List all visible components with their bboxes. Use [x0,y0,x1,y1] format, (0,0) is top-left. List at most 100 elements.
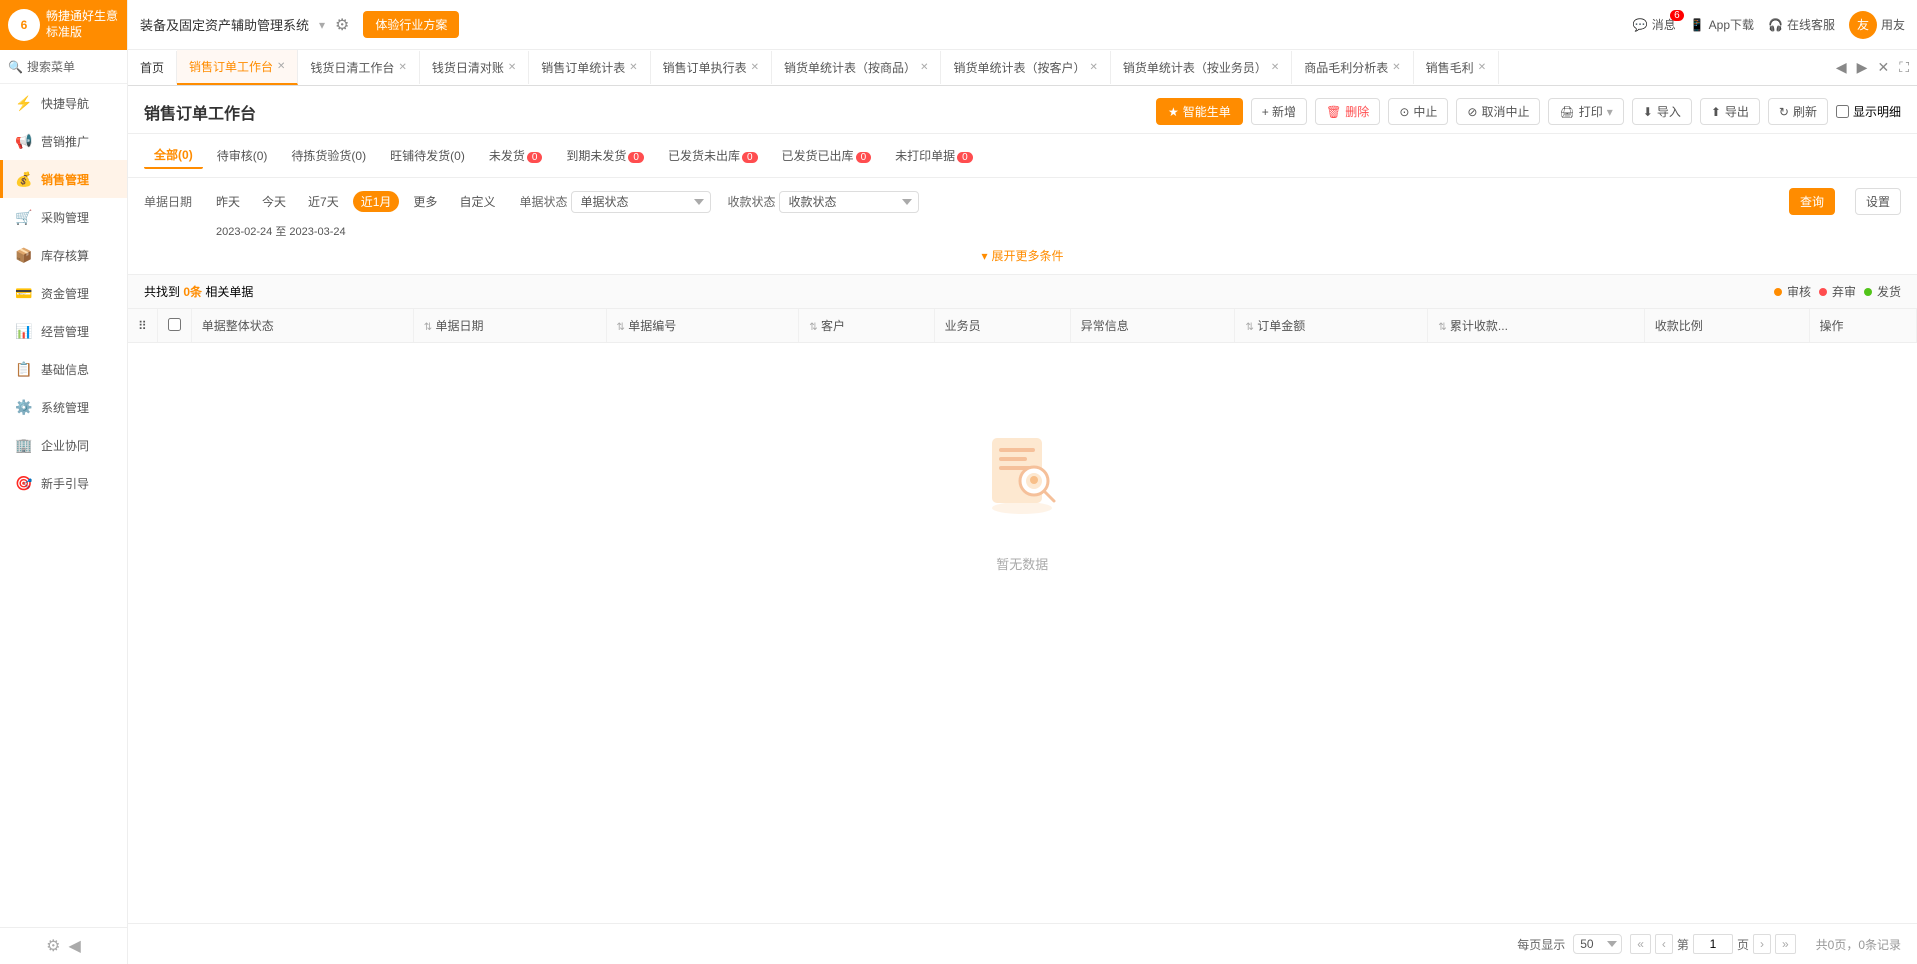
empty-text: 暂无数据 [996,554,1048,573]
page-size-select[interactable]: 50 20 100 200 [1573,934,1622,954]
sidebar-item-inventory[interactable]: 📦 库存核算 [0,236,127,274]
chip-today[interactable]: 今天 [254,191,294,212]
revoke-action-btn[interactable]: 弃审 [1819,283,1856,300]
user-btn[interactable]: 友 用友 [1849,11,1905,39]
cancel-suspend-button[interactable]: ⊘ 取消中止 [1456,98,1540,125]
sidebar-item-basic-info[interactable]: 📋 基础信息 [0,350,127,388]
sidebar-item-operation[interactable]: 📊 经营管理 [0,312,127,350]
sort-icon-collected[interactable]: ⇅ [1438,322,1446,333]
refresh-button[interactable]: ↻ 刷新 [1768,98,1828,125]
search-menu[interactable]: 🔍 搜索菜单 [0,50,127,84]
chip-more[interactable]: 更多 [405,191,445,212]
tabs-fullscreen-btn[interactable]: ⛶ [1895,57,1913,78]
sort-icon-number[interactable]: ⇅ [617,322,625,333]
tabs-next-btn[interactable]: ▶ [1853,57,1872,78]
ship-dot [1864,288,1872,296]
tab-close-sales-profit[interactable]: ✕ [1478,62,1486,73]
sub-tab-not-printed[interactable]: 未打印单据0 [885,143,983,168]
sidebar-item-finance[interactable]: 💳 资金管理 [0,274,127,312]
sub-tabs: 全部(0) 待审核(0) 待拣货验货(0) 旺铺待发货(0) 未发货0 到期未发… [128,134,1917,178]
chip-1month[interactable]: 近1月 [353,191,400,212]
show-detail-checkbox[interactable] [1836,105,1849,118]
tab-close-cash-daily[interactable]: ✕ [398,62,406,73]
sidebar-item-guide[interactable]: 🎯 新手引导 [0,464,127,502]
smart-gen-button[interactable]: ★ 智能生单 [1156,98,1243,125]
sidebar-item-quick-nav[interactable]: ⚡ 快捷导航 [0,84,127,122]
prev-page-btn[interactable]: ‹ [1655,934,1673,954]
collect-select[interactable]: 收款状态 [779,191,919,213]
show-detail-checkbox-label[interactable]: 显示明细 [1836,103,1901,120]
tab-sales-stats-staff[interactable]: 销货单统计表（按业务员） ✕ [1111,51,1292,84]
online-service-btn[interactable]: 🎧 在线客服 [1768,16,1835,33]
tab-cash-daily[interactable]: 钱货日清工作台 ✕ [298,51,419,84]
suspend-button[interactable]: ⊙ 中止 [1388,98,1448,125]
th-check [157,309,191,343]
sort-icon-customer[interactable]: ⇅ [809,322,817,333]
ship-action-btn[interactable]: 发货 [1864,283,1901,300]
tab-close-cash-reconcile[interactable]: ✕ [508,62,516,73]
date-filter-label: 单据日期 [144,193,192,210]
sub-tab-shipped-out[interactable]: 已发货已出库0 [772,143,882,168]
message-btn[interactable]: 💬 6 消息 [1633,16,1676,33]
cancel-suspend-icon: ⊘ [1467,105,1477,119]
first-page-btn[interactable]: « [1630,934,1651,954]
sidebar-item-system[interactable]: ⚙️ 系统管理 [0,388,127,426]
chip-custom[interactable]: 自定义 [451,191,503,212]
sub-tab-pending-review[interactable]: 待审核(0) [207,143,278,168]
tab-close-sales-stats-customer[interactable]: ✕ [1089,62,1097,73]
tab-product-margin[interactable]: 商品毛利分析表 ✕ [1292,51,1413,84]
chip-7days[interactable]: 近7天 [300,191,347,212]
tab-cash-reconcile[interactable]: 钱货日清对账 ✕ [420,51,529,84]
tab-close-product-margin[interactable]: ✕ [1392,62,1400,73]
tabs-close-all-btn[interactable]: ✕ [1873,57,1893,78]
expand-icon: ▾ [981,249,987,263]
tab-sales-order-workbench[interactable]: 销售订单工作台 ✕ [177,50,298,85]
sub-tab-expired-not-shipped[interactable]: 到期未发货0 [556,143,654,168]
tab-close-sales-stats-product[interactable]: ✕ [920,62,928,73]
page-size-label: 每页显示 [1517,936,1565,953]
expand-filter-btn[interactable]: ▾ 展开更多条件 [981,247,1063,264]
app-download-btn[interactable]: 📱 App下载 [1690,16,1754,33]
topbar-gear-icon[interactable]: ⚙ [335,15,349,35]
sub-tab-shipped-not-out[interactable]: 已发货未出库0 [658,143,768,168]
tab-close-sales-order-exec[interactable]: ✕ [751,62,759,73]
import-button[interactable]: ⬇ 导入 [1632,98,1692,125]
tab-close-sales-order-workbench[interactable]: ✕ [277,61,285,72]
tab-sales-order-stats[interactable]: 销售订单统计表 ✕ [529,51,650,84]
tab-sales-stats-customer[interactable]: 销货单统计表（按客户） ✕ [941,51,1110,84]
sort-icon[interactable]: ⇅ [424,322,432,333]
tab-sales-stats-product[interactable]: 销货单统计表（按商品） ✕ [772,51,941,84]
status-select[interactable]: 单据状态 [571,191,711,213]
delete-button[interactable]: 🗑 删除 [1315,98,1380,125]
print-button[interactable]: 🖨 打印 ▾ [1548,98,1623,125]
industry-btn[interactable]: 体验行业方案 [363,11,459,38]
sort-icon-amount[interactable]: ⇅ [1245,322,1253,333]
settings-bottom-icon[interactable]: ⚙ [46,936,60,956]
sub-tab-all[interactable]: 全部(0) [144,142,203,169]
sub-tab-not-shipped[interactable]: 未发货0 [479,143,553,168]
sidebar-item-enterprise[interactable]: 🏢 企业协同 [0,426,127,464]
export-button[interactable]: ⬆ 导出 [1700,98,1760,125]
sub-tab-wangpu[interactable]: 旺铺待发货(0) [380,143,475,168]
tab-close-sales-order-stats[interactable]: ✕ [629,62,637,73]
select-all-checkbox[interactable] [168,318,181,331]
sub-tab-pending-inspect[interactable]: 待拣货验货(0) [281,143,376,168]
tab-home[interactable]: 首页 [128,51,177,84]
sidebar-item-sales[interactable]: 💰 销售管理 [0,160,127,198]
tabs-prev-btn[interactable]: ◀ [1832,57,1851,78]
review-action-btn[interactable]: 审核 [1774,283,1811,300]
sidebar-item-marketing[interactable]: 📢 营销推广 [0,122,127,160]
last-page-btn[interactable]: » [1775,934,1796,954]
sidebar-item-purchase[interactable]: 🛒 采购管理 [0,198,127,236]
result-actions: 审核 弃审 发货 [1774,283,1901,300]
tab-sales-order-exec[interactable]: 销售订单执行表 ✕ [651,51,772,84]
next-page-btn[interactable]: › [1753,934,1771,954]
settings-button[interactable]: 设置 [1855,188,1901,215]
chip-yesterday[interactable]: 昨天 [208,191,248,212]
page-number-input[interactable] [1693,934,1733,954]
query-button[interactable]: 查询 [1789,188,1835,215]
add-button[interactable]: + 新增 [1251,98,1307,125]
tab-close-sales-stats-staff[interactable]: ✕ [1271,62,1279,73]
collapse-sidebar-icon[interactable]: ◀ [69,936,81,956]
tab-sales-profit[interactable]: 销售毛利 ✕ [1414,51,1499,84]
